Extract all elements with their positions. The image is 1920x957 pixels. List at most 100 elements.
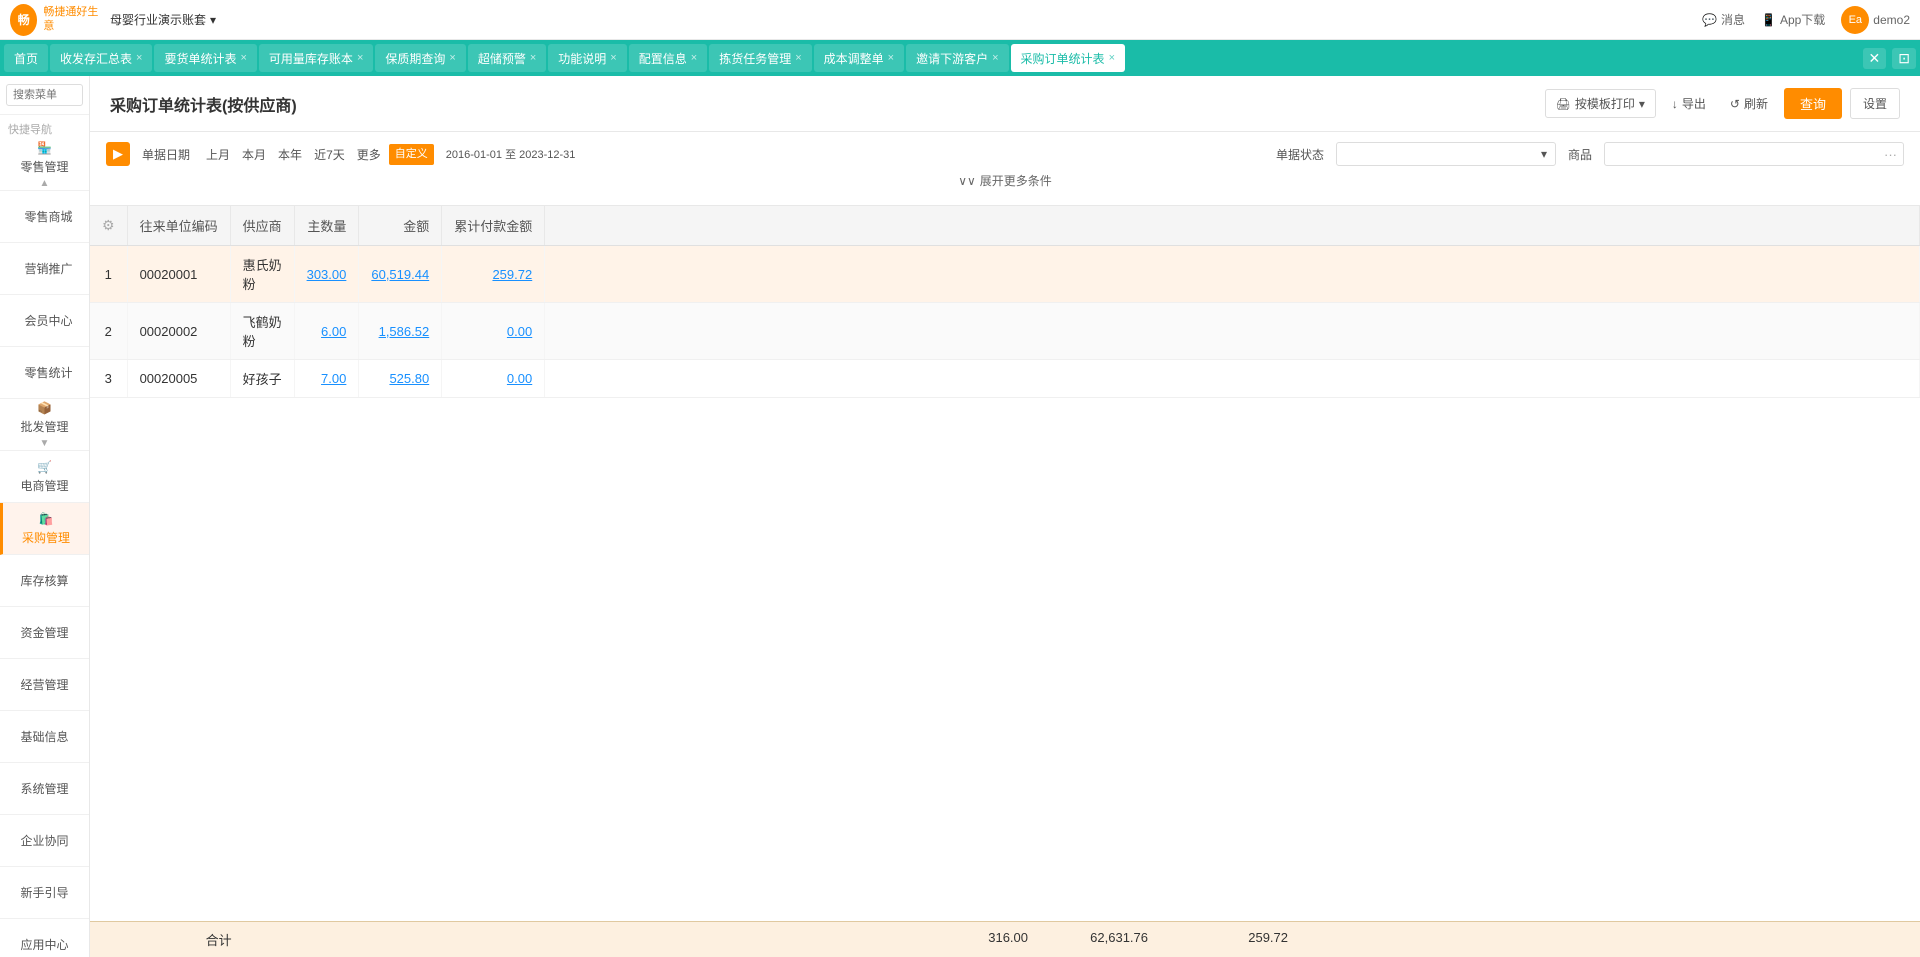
sidebar-item-wholesale-mgmt[interactable]: 📦 批发管理 ▼ <box>0 399 89 451</box>
row-amount[interactable]: 60,519.44 <box>359 246 442 303</box>
app-center-label: 应用中心 <box>20 936 68 953</box>
col-paid: 累计付款金额 <box>442 206 545 246</box>
sidebar-item-ops-mgmt[interactable]: 经营管理 <box>0 659 89 711</box>
nav-restore-btn[interactable]: ⊡ <box>1892 48 1916 69</box>
tab-config-info-close[interactable]: × <box>691 52 697 64</box>
sidebar-item-inventory-check[interactable]: 库存核算 <box>0 555 89 607</box>
row-qty[interactable]: 7.00 <box>294 360 359 398</box>
sidebar-item-basic-info[interactable]: 基础信息 <box>0 711 89 763</box>
row-num: 1 <box>90 246 127 303</box>
sidebar-item-retail-mgmt[interactable]: 🏪 零售管理 ▲ <box>0 139 89 191</box>
row-paid[interactable]: 0.00 <box>442 360 545 398</box>
tab-receive-send-close[interactable]: × <box>136 52 142 64</box>
table-wrapper[interactable]: ⚙ 往来单位编码 供应商 主数量 金额 累计付款金额 1 00020001 惠氏… <box>90 206 1920 921</box>
row-extra <box>545 303 1920 360</box>
sidebar-item-retail-store[interactable]: 零售商城 <box>0 191 89 243</box>
shortcut-last-7-days[interactable]: 近7天 <box>310 144 349 165</box>
row-code: 00020002 <box>127 303 230 360</box>
tab-home[interactable]: 首页 <box>4 44 48 72</box>
col-code: 往来单位编码 <box>127 206 230 246</box>
tab-cost-adjust-close[interactable]: × <box>888 52 894 64</box>
goods-input[interactable] <box>1605 143 1878 165</box>
tab-overstock[interactable]: 超储预警 × <box>468 44 546 72</box>
purchase-mgmt-label: 采购管理 <box>22 529 70 546</box>
tab-config-info-label: 配置信息 <box>639 50 687 67</box>
tab-func-desc-close[interactable]: × <box>610 52 616 64</box>
footer-paid: 259.72 <box>1160 930 1300 949</box>
data-table: ⚙ 往来单位编码 供应商 主数量 金额 累计付款金额 1 00020001 惠氏… <box>90 206 1920 398</box>
sidebar: 快捷导航 🏪 零售管理 ▲ 零售商城 营销推广 会员中心 零售统计 📦 批发管理… <box>0 76 90 957</box>
status-dropdown-icon <box>1541 147 1547 161</box>
row-qty[interactable]: 6.00 <box>294 303 359 360</box>
shortcut-last-month[interactable]: 上月 <box>202 144 234 165</box>
sidebar-item-sys-mgmt[interactable]: 系统管理 <box>0 763 89 815</box>
row-amount[interactable]: 525.80 <box>359 360 442 398</box>
custom-tag[interactable]: 自定义 <box>389 144 434 165</box>
filter-collapse-btn[interactable]: ▶ <box>106 142 130 166</box>
retail-mgmt-label: 零售管理 <box>20 158 68 175</box>
user-btn[interactable]: Ea demo2 <box>1841 6 1910 34</box>
sys-mgmt-label: 系统管理 <box>20 780 68 797</box>
date-shortcuts: 上月 本月 本年 近7天 更多 自定义 <box>202 144 434 165</box>
sidebar-item-member-center[interactable]: 会员中心 <box>0 295 89 347</box>
expand-icon: ∨∨ <box>958 174 976 188</box>
row-paid[interactable]: 0.00 <box>442 303 545 360</box>
tab-invite-customer-close[interactable]: × <box>992 52 998 64</box>
sidebar-item-purchase-mgmt[interactable]: 🛍️ 采购管理 <box>0 503 89 555</box>
tab-inventory-book[interactable]: 可用量库存账本 × <box>259 44 373 72</box>
tab-cost-adjust[interactable]: 成本调整单 × <box>814 44 904 72</box>
sidebar-item-retail-stat[interactable]: 零售统计 <box>0 347 89 399</box>
tab-config-info[interactable]: 配置信息 × <box>629 44 707 72</box>
tab-invite-customer[interactable]: 邀请下游客户 × <box>906 44 1008 72</box>
sidebar-item-finance-mgmt[interactable]: 资金管理 <box>0 607 89 659</box>
tab-expiry-query[interactable]: 保质期查询 × <box>375 44 465 72</box>
sidebar-item-app-center[interactable]: 应用中心 <box>0 919 89 957</box>
status-select[interactable] <box>1336 142 1556 166</box>
search-input[interactable] <box>6 84 83 106</box>
top-right: 💬 消息 📱 App下载 Ea demo2 <box>1702 6 1910 34</box>
gear-icon[interactable]: ⚙ <box>102 217 115 233</box>
col-qty: 主数量 <box>294 206 359 246</box>
row-code: 00020005 <box>127 360 230 398</box>
settings-button[interactable]: 设置 <box>1850 88 1900 119</box>
app-download-btn[interactable]: 📱 App下载 <box>1761 11 1825 28</box>
export-button[interactable]: ↓ 导出 <box>1664 90 1714 117</box>
sidebar-item-new-guide[interactable]: 新手引导 <box>0 867 89 919</box>
message-btn[interactable]: 💬 消息 <box>1702 11 1745 28</box>
query-button[interactable]: 查询 <box>1784 88 1842 119</box>
tab-order-stat[interactable]: 要货单统计表 × <box>154 44 256 72</box>
retail-mgmt-arrow: ▲ <box>40 178 50 189</box>
row-paid[interactable]: 259.72 <box>442 246 545 303</box>
goods-input-more-icon[interactable]: ··· <box>1878 147 1903 162</box>
sidebar-item-ecom-mgmt[interactable]: 🛒 电商管理 <box>0 451 89 503</box>
tab-func-desc[interactable]: 功能说明 × <box>548 44 626 72</box>
sidebar-item-enterprise-coop[interactable]: 企业协同 <box>0 815 89 867</box>
row-amount[interactable]: 1,586.52 <box>359 303 442 360</box>
shortcut-more[interactable]: 更多 <box>353 144 385 165</box>
nav-close-btn[interactable]: ✕ <box>1863 48 1887 69</box>
expand-more-btn[interactable]: ∨∨ 展开更多条件 <box>958 172 1052 189</box>
tab-expiry-query-close[interactable]: × <box>449 52 455 64</box>
workspace-dropdown-icon <box>210 13 216 27</box>
export-label: 导出 <box>1682 95 1706 112</box>
tab-overstock-close[interactable]: × <box>530 52 536 64</box>
expand-row: ∨∨ 展开更多条件 <box>106 166 1904 195</box>
workspace-selector[interactable]: 母婴行业演示账套 <box>110 11 1692 28</box>
tab-purchase-stat-close[interactable]: × <box>1109 52 1115 64</box>
print-icon: 🖨 <box>1556 97 1571 111</box>
tab-purchase-stat[interactable]: 采购订单统计表 × <box>1011 44 1125 72</box>
tab-pick-task[interactable]: 拣货任务管理 × <box>709 44 811 72</box>
shortcut-this-month[interactable]: 本月 <box>238 144 270 165</box>
refresh-button[interactable]: ↺ 刷新 <box>1722 90 1776 117</box>
main-layout: 快捷导航 🏪 零售管理 ▲ 零售商城 营销推广 会员中心 零售统计 📦 批发管理… <box>0 76 1920 957</box>
message-label: 消息 <box>1721 11 1745 28</box>
tab-inventory-book-close[interactable]: × <box>357 52 363 64</box>
tab-order-stat-close[interactable]: × <box>240 52 246 64</box>
sidebar-item-marketing[interactable]: 营销推广 <box>0 243 89 295</box>
tab-pick-task-close[interactable]: × <box>795 52 801 64</box>
tab-receive-send[interactable]: 收发存汇总表 × <box>50 44 152 72</box>
shortcut-this-year[interactable]: 本年 <box>274 144 306 165</box>
row-qty[interactable]: 303.00 <box>294 246 359 303</box>
print-button[interactable]: 🖨 按模板打印 <box>1545 89 1656 118</box>
tab-order-stat-label: 要货单统计表 <box>164 50 236 67</box>
